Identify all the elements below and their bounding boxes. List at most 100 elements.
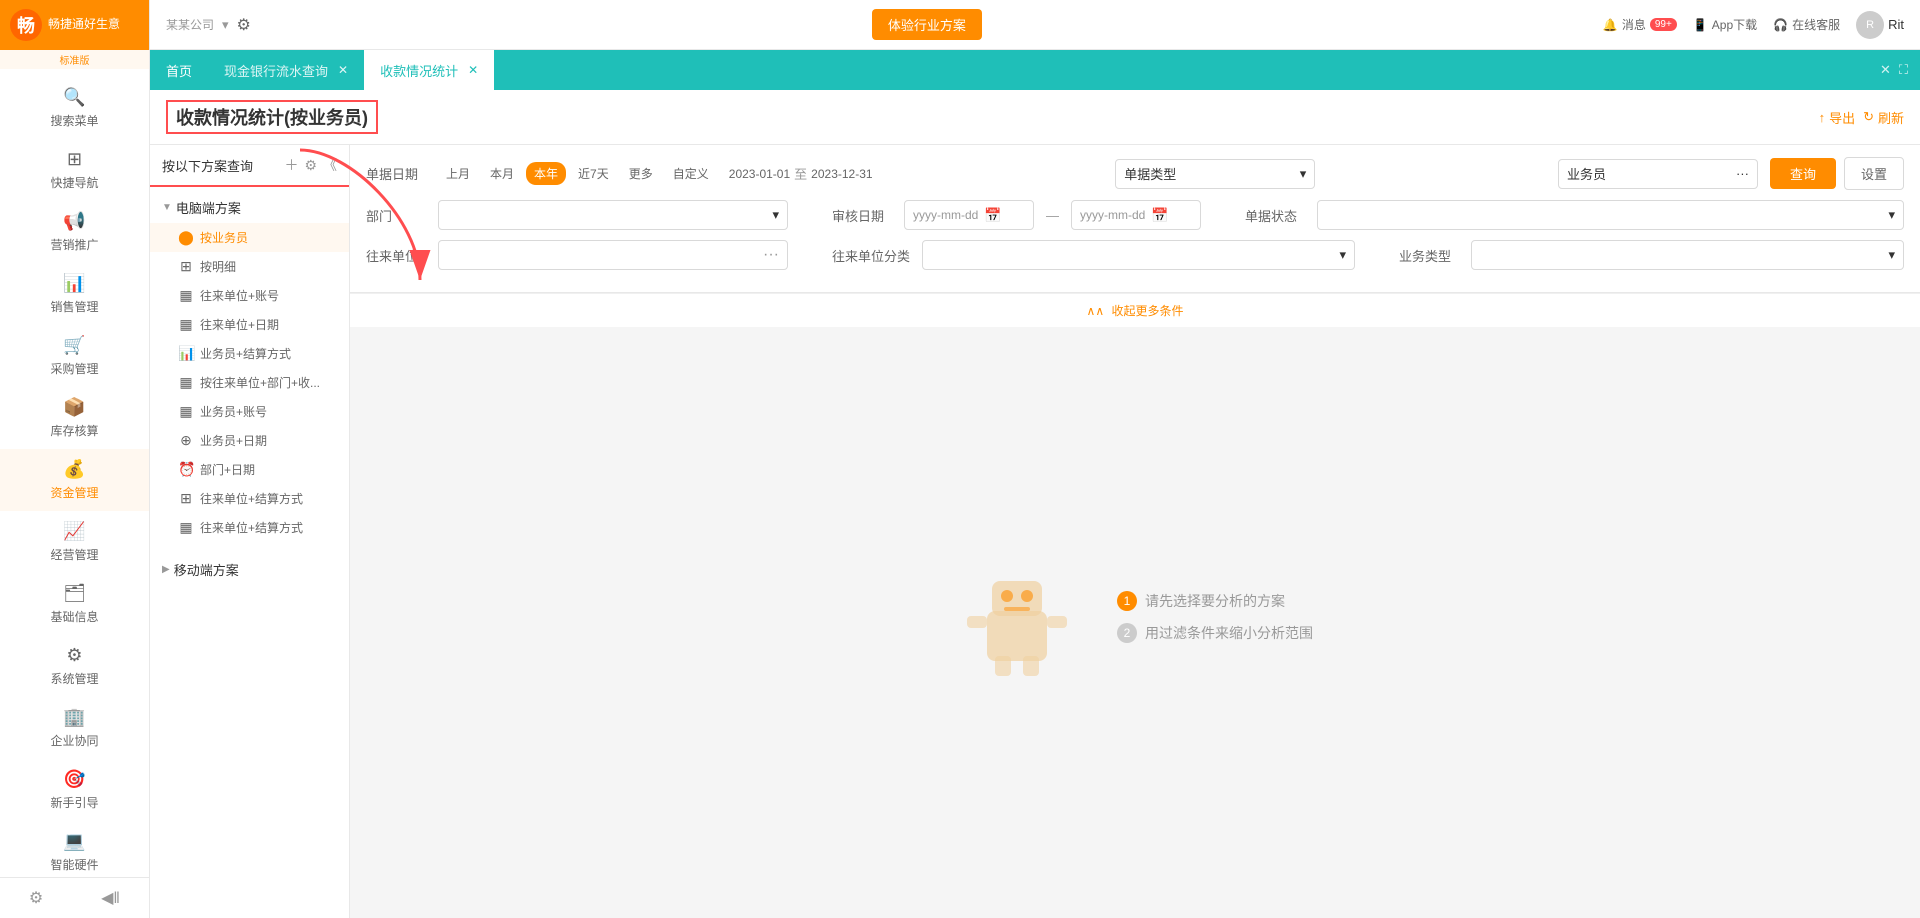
doc-type-select[interactable]: 单据类型 ▾ <box>1115 159 1315 189</box>
doc-status-label: 单据状态 <box>1245 206 1305 225</box>
mobile-scheme-header[interactable]: ▶ 移动端方案 <box>150 554 349 585</box>
tab-bank-flow[interactable]: 现金银行流水查询 ✕ <box>208 50 364 90</box>
breadcrumb: 某某公司 <box>166 16 214 33</box>
maximize-window-icon[interactable]: ⛶ <box>1899 62 1908 78</box>
notifications-button[interactable]: 🔔 消息 99+ <box>1603 16 1677 33</box>
sidebar-item-operation[interactable]: 📈 经营管理 <box>0 511 149 573</box>
sidebar: 畅 畅捷通好生意 标准版 🔍 搜索菜单 ⊞ 快捷导航 📢 营销推广 📊 销售管理… <box>0 0 150 918</box>
scheme-item-salesperson-date[interactable]: ⊕ 业务员+日期 <box>150 426 349 455</box>
business-type-select[interactable]: ▾ <box>1471 240 1904 270</box>
scheme-item-unit-settle2[interactable]: ▦ 往来单位+结算方式 <box>150 513 349 542</box>
settings-bottom-icon[interactable]: ⚙ <box>29 888 43 908</box>
scheme-item-label: 往来单位+结算方式 <box>200 519 303 536</box>
department-select[interactable]: ▾ <box>438 200 788 230</box>
scheme-item-detail[interactable]: ⊞ 按明细 <box>150 252 349 281</box>
date-start-value: 2023-01-01 <box>729 167 790 181</box>
chevron-down-icon: ▾ <box>772 207 779 223</box>
last-month-btn[interactable]: 上月 <box>438 162 478 185</box>
more-options-icon[interactable]: ··· <box>763 246 779 264</box>
scheme-item-label: 部门+日期 <box>200 461 255 478</box>
scheme-item-unit-date[interactable]: ▦ 往来单位+日期 <box>150 310 349 339</box>
scheme-item-dept-date[interactable]: ⏰ 部门+日期 <box>150 455 349 484</box>
audit-date-start-input[interactable]: yyyy-mm-dd 📅 <box>904 200 1034 230</box>
sidebar-item-purchase[interactable]: 🛒 采购管理 <box>0 325 149 387</box>
scheme-item-label: 按业务员 <box>200 229 248 246</box>
sidebar-item-label: 基础信息 <box>50 608 98 625</box>
counterpart-category-label: 往来单位分类 <box>832 246 910 265</box>
add-scheme-icon[interactable]: ＋ <box>284 155 298 175</box>
sidebar-item-label: 营销推广 <box>50 236 98 253</box>
desktop-scheme-header[interactable]: ▼ 电脑端方案 <box>150 192 349 223</box>
header-right: 🔔 消息 99+ 📱 App下载 🎧 在线客服 R Rit <box>1603 11 1904 39</box>
custom-date-btn[interactable]: 自定义 <box>665 162 717 185</box>
counterpart-category-select[interactable]: ▾ <box>922 240 1355 270</box>
sidebar-item-sales[interactable]: 📊 销售管理 <box>0 263 149 325</box>
scheme-settings-icon[interactable]: ⚙ <box>304 157 317 174</box>
top-header: 某某公司 ▾ ⚙ 体验行业方案 🔔 消息 99+ 📱 App下载 🎧 在线客服 … <box>150 0 1920 50</box>
scheme-item-label: 往来单位+日期 <box>200 316 279 333</box>
online-service-button[interactable]: 🎧 在线客服 <box>1773 16 1840 33</box>
doc-status-select[interactable]: ▾ <box>1317 200 1904 230</box>
date-end-value: 2023-12-31 <box>811 167 872 181</box>
filter-row-1: 单据日期 上月 本月 本年 近7天 更多 自定义 2023-01-01 至 <box>366 157 1904 190</box>
query-buttons: 查询 设置 <box>1770 157 1904 190</box>
step2-text: 用过滤条件来缩小分析范围 <box>1145 623 1313 643</box>
sidebar-item-search[interactable]: 🔍 搜索菜单 <box>0 77 149 139</box>
scheme-item-unit-dept-income[interactable]: ▦ 按往来单位+部门+收... <box>150 368 349 397</box>
this-month-btn[interactable]: 本月 <box>482 162 522 185</box>
sidebar-item-system[interactable]: ⚙ 系统管理 <box>0 635 149 697</box>
scheme-icon: ⊕ <box>178 432 194 449</box>
sidebar-item-quick-nav[interactable]: ⊞ 快捷导航 <box>0 139 149 201</box>
try-industry-button[interactable]: 体验行业方案 <box>872 9 982 40</box>
bell-icon: 🔔 <box>1603 18 1618 32</box>
collapse-arrow-icon: ▶ <box>162 564 170 575</box>
this-year-btn[interactable]: 本年 <box>526 162 566 185</box>
query-button[interactable]: 查询 <box>1770 158 1836 189</box>
sidebar-item-marketing[interactable]: 📢 营销推广 <box>0 201 149 263</box>
scheme-item-unit-settle1[interactable]: ⊞ 往来单位+结算方式 <box>150 484 349 513</box>
audit-date-dash: — <box>1046 208 1059 223</box>
dropdown-icon[interactable]: ▾ <box>222 17 229 33</box>
export-button[interactable]: ↑ 导出 <box>1819 108 1856 127</box>
filter-row-3: 往来单位 ··· 往来单位分类 ▾ 业务类型 <box>366 240 1904 270</box>
close-bank-flow-icon[interactable]: ✕ <box>338 63 348 77</box>
header-gear-icon[interactable]: ⚙ <box>237 15 251 35</box>
target-icon: 🎯 <box>63 769 85 790</box>
megaphone-icon: 📢 <box>63 211 85 232</box>
scheme-item-salesperson-settle[interactable]: 📊 业务员+结算方式 <box>150 339 349 368</box>
sidebar-logo: 畅 畅捷通好生意 <box>0 0 149 50</box>
tab-home[interactable]: 首页 <box>150 50 208 90</box>
scheme-icon: ⏰ <box>178 461 194 478</box>
salesperson-select[interactable]: 业务员 ··· <box>1558 159 1758 189</box>
collapse-sidebar-icon[interactable]: ◀‖ <box>101 888 120 908</box>
settings-button[interactable]: 设置 <box>1844 157 1904 190</box>
user-menu[interactable]: R Rit <box>1856 11 1904 39</box>
last-7days-btn[interactable]: 近7天 <box>570 162 617 185</box>
avatar: R <box>1856 11 1884 39</box>
sidebar-item-hardware[interactable]: 💻 智能硬件 <box>0 821 149 877</box>
sidebar-item-basic[interactable]: 🗂 基础信息 <box>0 573 149 635</box>
app-download-button[interactable]: 📱 App下载 <box>1693 16 1757 33</box>
refresh-button[interactable]: ↻ 刷新 <box>1863 108 1904 127</box>
counterpart-select[interactable]: ··· <box>438 240 788 270</box>
close-receipt-stats-icon[interactable]: ✕ <box>468 63 478 77</box>
scheme-item-unit-account[interactable]: ▦ 往来单位+账号 <box>150 281 349 310</box>
sidebar-item-enterprise[interactable]: 🏢 企业协同 <box>0 697 149 759</box>
collapse-filter-button[interactable]: ∧∧ 收起更多条件 <box>350 293 1920 327</box>
scheme-item-label: 业务员+账号 <box>200 403 267 420</box>
close-window-icon[interactable]: ✕ <box>1880 62 1891 78</box>
sidebar-item-label: 经营管理 <box>50 546 98 563</box>
tab-receipt-stats[interactable]: 收款情况统计 ✕ <box>364 50 494 90</box>
sidebar-item-inventory[interactable]: 📦 库存核算 <box>0 387 149 449</box>
collapse-panel-icon[interactable]: 《 <box>323 155 337 175</box>
sidebar-item-finance[interactable]: 💰 资金管理 <box>0 449 149 511</box>
scheme-item-salesperson[interactable]: ⬤ 按业务员 <box>150 223 349 252</box>
money-icon: 💰 <box>63 459 85 480</box>
phone-icon: 📱 <box>1693 18 1708 32</box>
scheme-item-salesperson-account[interactable]: ▦ 业务员+账号 <box>150 397 349 426</box>
sidebar-item-guide[interactable]: 🎯 新手引导 <box>0 759 149 821</box>
audit-date-end-input[interactable]: yyyy-mm-dd 📅 <box>1071 200 1201 230</box>
panel-header: 按以下方案查询 ＋ ⚙ 《 <box>150 145 349 186</box>
more-date-btn[interactable]: 更多 <box>621 162 661 185</box>
sidebar-item-label: 新手引导 <box>50 794 98 811</box>
